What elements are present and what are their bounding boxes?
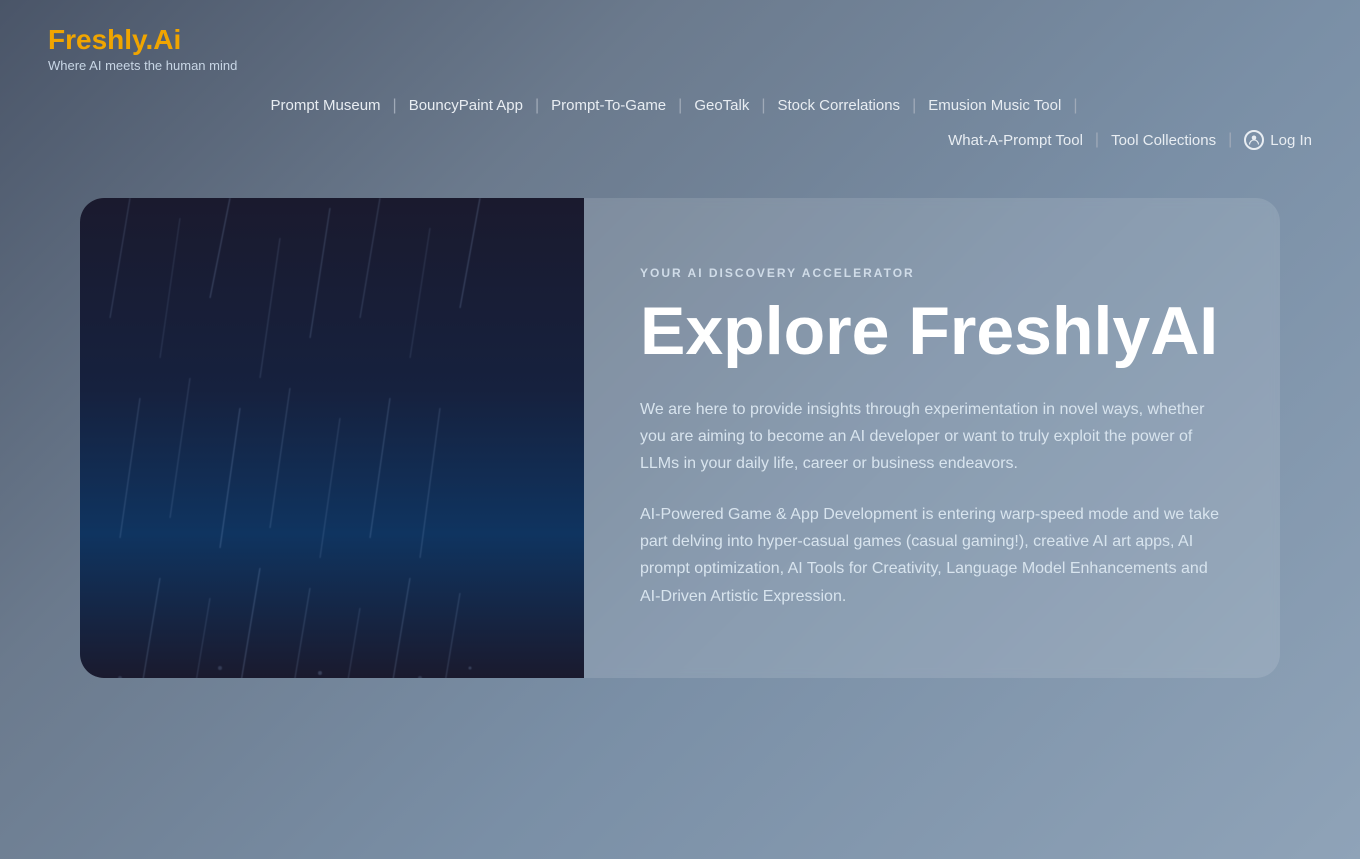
nav-sep-7: |	[1095, 131, 1099, 149]
login-label: Log In	[1270, 132, 1312, 149]
login-button[interactable]: Log In	[1244, 126, 1312, 154]
nav-link-geotalk[interactable]: GeoTalk	[694, 93, 749, 118]
nav-sep-2: |	[535, 97, 539, 115]
hero-image-panel	[80, 198, 584, 678]
navigation: Prompt Museum | BouncyPaint App | Prompt…	[48, 93, 1312, 174]
site-header: Freshly.Ai Where AI meets the human mind…	[0, 0, 1360, 174]
nav-link-what-a-prompt[interactable]: What-A-Prompt Tool	[948, 128, 1083, 153]
logo-subtitle: Where AI meets the human mind	[48, 58, 1312, 73]
nav-link-emusion-music[interactable]: Emusion Music Tool	[928, 93, 1061, 118]
main-content: YOUR AI DISCOVERY ACCELERATOR Explore Fr…	[0, 198, 1360, 678]
hero-content: YOUR AI DISCOVERY ACCELERATOR Explore Fr…	[584, 198, 1280, 678]
nav-sep-1: |	[393, 97, 397, 115]
rain-animation	[80, 198, 584, 678]
user-icon	[1244, 130, 1264, 150]
nav-primary-row: Prompt Museum | BouncyPaint App | Prompt…	[48, 93, 1312, 118]
nav-sep-8: |	[1228, 131, 1232, 149]
nav-link-prompt-museum[interactable]: Prompt Museum	[271, 93, 381, 118]
nav-link-tool-collections[interactable]: Tool Collections	[1111, 128, 1216, 153]
logo-title[interactable]: Freshly.Ai	[48, 24, 1312, 56]
hero-section: YOUR AI DISCOVERY ACCELERATOR Explore Fr…	[80, 198, 1280, 678]
logo-section: Freshly.Ai Where AI meets the human mind	[48, 24, 1312, 73]
nav-sep-4: |	[761, 97, 765, 115]
nav-sep-5: |	[912, 97, 916, 115]
nav-secondary-row: What-A-Prompt Tool | Tool Collections | …	[948, 126, 1312, 154]
nav-sep-3: |	[678, 97, 682, 115]
hero-image	[80, 198, 584, 678]
nav-sep-6: |	[1073, 97, 1077, 115]
hero-description-1: We are here to provide insights through …	[640, 396, 1224, 478]
nav-link-prompt-to-game[interactable]: Prompt-To-Game	[551, 93, 666, 118]
hero-eyebrow: YOUR AI DISCOVERY ACCELERATOR	[640, 266, 1224, 280]
hero-title: Explore FreshlyAI	[640, 296, 1224, 367]
hero-description-2: AI-Powered Game & App Development is ent…	[640, 501, 1224, 610]
nav-link-stock-correlations[interactable]: Stock Correlations	[778, 93, 901, 118]
nav-link-bouncy-paint[interactable]: BouncyPaint App	[409, 93, 523, 118]
